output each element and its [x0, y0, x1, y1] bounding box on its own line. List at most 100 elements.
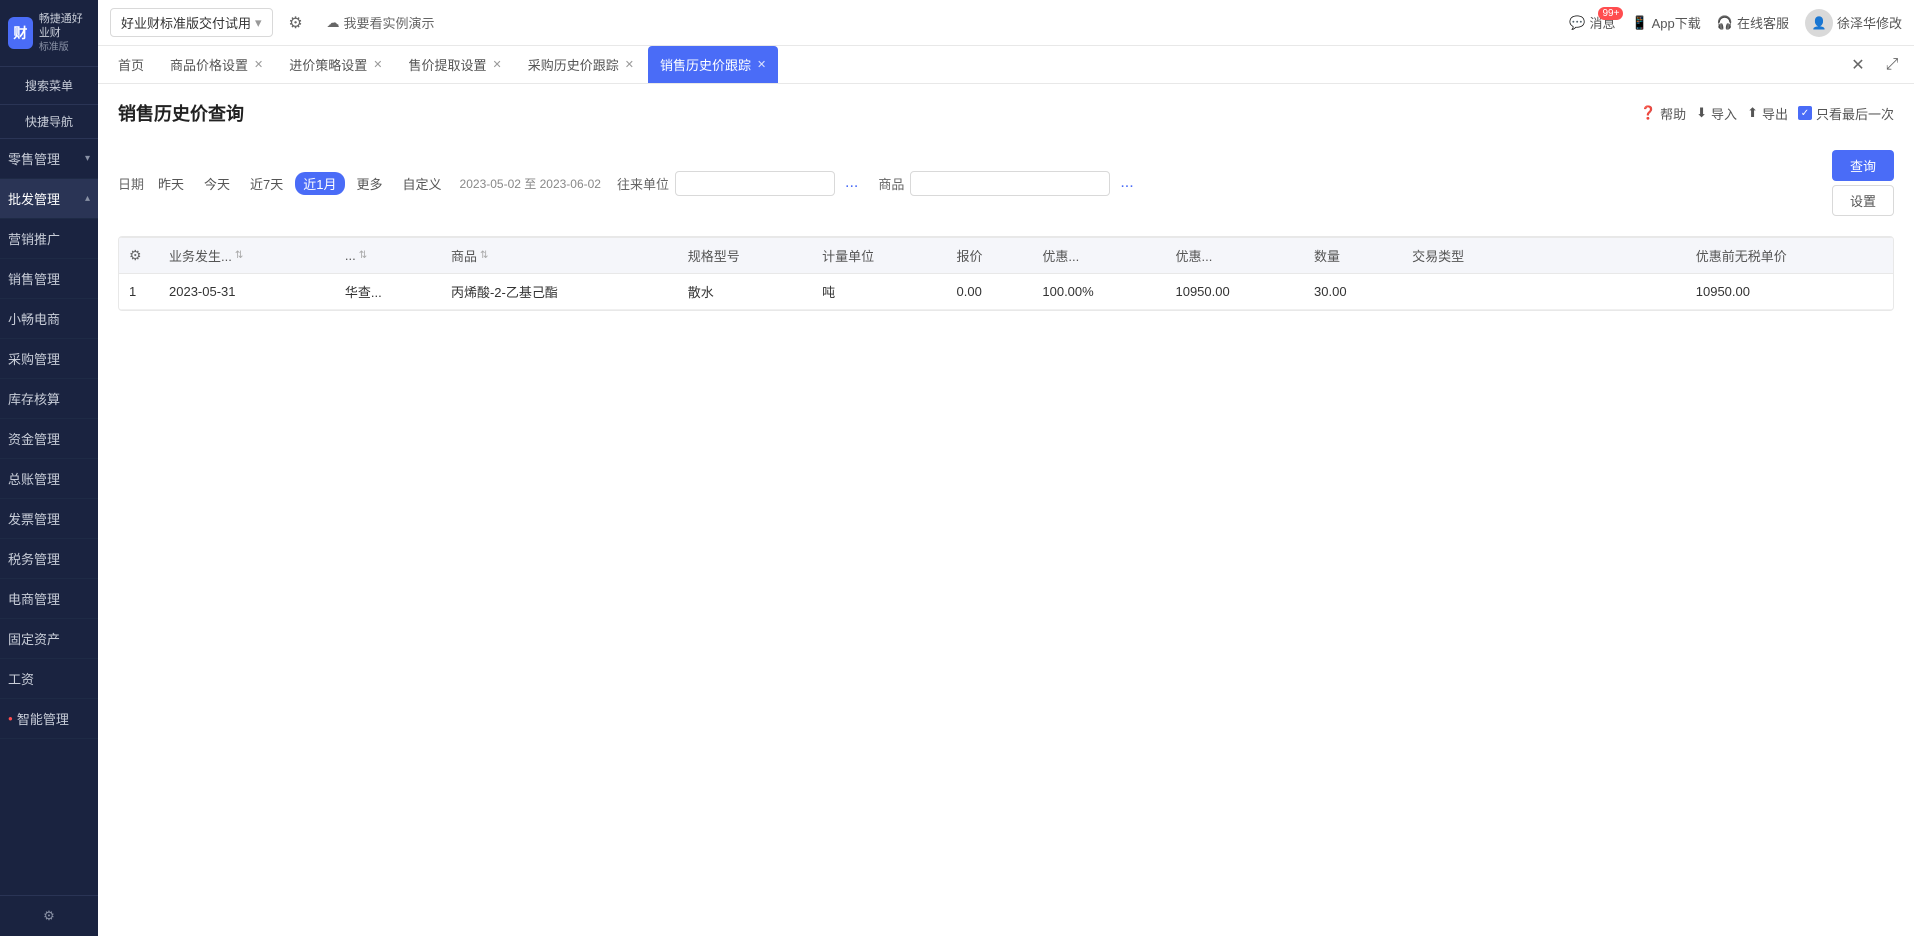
tab-product-price-label: 商品价格设置 [170, 55, 248, 74]
import-button[interactable]: ⬇ 导入 [1696, 104, 1737, 123]
import-icon: ⬇ [1696, 105, 1707, 121]
only-last-checkbox[interactable]: ✓ 只看最后一次 [1798, 104, 1894, 123]
page-title: 销售历史价查询 [118, 100, 244, 126]
gear-icon: ⚙ [43, 908, 55, 923]
date-opt-more[interactable]: 更多 [349, 172, 391, 195]
table-gear-icon[interactable]: ⚙ [129, 247, 142, 263]
cell-spec: 散水 [678, 274, 812, 310]
sidebar-quicknav[interactable]: 快捷导航 [0, 105, 98, 139]
sidebar-item-inventory[interactable]: 库存核算 [0, 379, 98, 419]
product-filter-group: 商品 ... [878, 171, 1137, 196]
date-opt-custom[interactable]: 自定义 [395, 172, 450, 195]
export-button[interactable]: ⬆ 导出 [1747, 104, 1788, 123]
col-quantity-header: 数量 [1304, 238, 1402, 274]
tab-purchase-strategy-close[interactable]: ✕ [373, 58, 382, 71]
message-button[interactable]: 💬 消息 99+ [1569, 13, 1615, 32]
sidebar-item-salary[interactable]: 工资 [0, 659, 98, 699]
date-opt-yesterday[interactable]: 昨天 [150, 172, 192, 195]
col-sort-extra[interactable]: ... [345, 248, 367, 263]
date-opt-last1m[interactable]: 近1月 [295, 172, 344, 195]
partner-search-button[interactable]: ... [841, 172, 862, 194]
date-options: 昨天 今天 近7天 近1月 更多 自定义 [150, 172, 450, 195]
topbar-gear-button[interactable]: ⚙ [281, 8, 311, 38]
cell-unit: 吨 [812, 274, 946, 310]
date-filter-label: 日期 [118, 174, 144, 193]
sidebar-item-ledger[interactable]: 总账管理 [0, 459, 98, 499]
product-search-button[interactable]: ... [1116, 172, 1137, 194]
product-input[interactable] [910, 171, 1110, 196]
date-range-display: 2023-05-02 至 2023-06-02 [460, 175, 601, 192]
col-business-date-header[interactable]: 业务发生... [159, 238, 335, 274]
cell-discount-rate: 100.00% [1032, 274, 1165, 310]
demo-button[interactable]: ☁ 我要看实例演示 [319, 9, 443, 36]
window-close-button[interactable]: ✕ [1844, 51, 1872, 79]
user-menu[interactable]: 👤 徐泽华修改 [1805, 9, 1902, 37]
chevron-right-icon: ▾ [85, 153, 90, 164]
tab-purchase-history[interactable]: 采购历史价跟踪 ✕ [516, 46, 646, 84]
product-filter-label: 商品 [878, 174, 904, 193]
date-opt-today[interactable]: 今天 [196, 172, 238, 195]
table-header: ⚙ 业务发生... ... 商品 规格型号 计量单位 报价 [119, 238, 1893, 274]
sidebar-item-assets[interactable]: 固定资产 [0, 619, 98, 659]
tab-purchase-strategy-label: 进价策略设置 [289, 55, 367, 74]
app-download-button[interactable]: 📱 App下载 [1631, 13, 1700, 32]
sidebar-item-ecommerce[interactable]: 电商管理 [0, 579, 98, 619]
col-sort-business-date[interactable]: 业务发生... [169, 246, 243, 265]
col-gear-header[interactable]: ⚙ [119, 238, 159, 274]
col-discount-rate-header: 优惠... [1032, 238, 1165, 274]
workspace-selector-text: 好业财标准版交付试用 [121, 13, 251, 32]
workspace-selector[interactable]: 好业财标准版交付试用 ▾ [110, 8, 273, 37]
cell-seq: 1 [119, 274, 159, 310]
tab-purchase-history-label: 采购历史价跟踪 [528, 55, 619, 74]
sidebar-item-ecommerce-small[interactable]: 小畅电商 [0, 299, 98, 339]
sidebar-item-tax[interactable]: 税务管理 [0, 539, 98, 579]
cell-business-date: 2023-05-31 [159, 274, 335, 310]
col-extra-header[interactable]: ... [335, 238, 441, 274]
date-filter-group: 日期 昨天 今天 近7天 近1月 更多 自定义 2023-05-02 至 202… [118, 172, 601, 195]
partner-input[interactable] [675, 171, 835, 196]
question-icon: ❓ [1640, 105, 1656, 121]
sidebar-item-marketing[interactable]: 营销推广 [0, 219, 98, 259]
col-sort-product[interactable]: 商品 [451, 246, 488, 265]
sidebar-item-sales[interactable]: 销售管理 [0, 259, 98, 299]
sidebar-item-wholesale[interactable]: 批发管理 ▴ [0, 179, 98, 219]
tab-product-price[interactable]: 商品价格设置 ✕ [158, 46, 275, 84]
cell-quantity: 30.00 [1304, 274, 1402, 310]
partner-filter-label: 往来单位 [617, 174, 669, 193]
tab-purchase-history-close[interactable]: ✕ [625, 58, 634, 71]
sidebar-item-finance[interactable]: 资金管理 [0, 419, 98, 459]
sidebar-search[interactable]: 搜索菜单 [0, 67, 98, 105]
date-opt-last7[interactable]: 近7天 [242, 172, 291, 195]
sidebar: 财 畅捷通好业财 标准版 搜索菜单 快捷导航 零售管理 ▾ 批发管理 ▴ 营销推… [0, 0, 98, 936]
sidebar-settings-button[interactable]: ⚙ [0, 895, 98, 936]
chevron-down-icon: ▾ [255, 15, 262, 31]
tab-home[interactable]: 首页 [106, 46, 156, 84]
help-label: 帮助 [1660, 104, 1686, 123]
tab-bar: 首页 商品价格设置 ✕ 进价策略设置 ✕ 售价提取设置 ✕ 采购历史价跟踪 ✕ … [98, 46, 1914, 84]
tab-purchase-strategy[interactable]: 进价策略设置 ✕ [277, 46, 394, 84]
tab-sale-extract[interactable]: 售价提取设置 ✕ [396, 46, 513, 84]
tab-sale-extract-label: 售价提取设置 [408, 55, 486, 74]
col-product-header[interactable]: 商品 [441, 238, 678, 274]
settings-button[interactable]: 设置 [1832, 185, 1894, 216]
col-pretax-price-header: 优惠前无税单价 [1686, 238, 1893, 274]
main-content: 好业财标准版交付试用 ▾ ⚙ ☁ 我要看实例演示 💬 消息 99+ 📱 App下… [98, 0, 1914, 936]
online-service-button[interactable]: 🎧 在线客服 [1717, 13, 1789, 32]
tab-sales-history-close[interactable]: ✕ [757, 58, 766, 71]
user-icon: 👤 [1812, 16, 1827, 30]
sidebar-item-invoice[interactable]: 发票管理 [0, 499, 98, 539]
col-price-header: 报价 [947, 238, 1033, 274]
query-button[interactable]: 查询 [1832, 150, 1894, 181]
tab-product-price-close[interactable]: ✕ [254, 58, 263, 71]
help-button[interactable]: ❓ 帮助 [1640, 104, 1686, 123]
sidebar-item-smart[interactable]: 智能管理 [0, 699, 98, 739]
sidebar-item-retail[interactable]: 零售管理 ▾ [0, 139, 98, 179]
checkbox-checked-icon: ✓ [1798, 106, 1812, 120]
only-last-label: 只看最后一次 [1816, 104, 1894, 123]
window-maximize-button[interactable]: ⤢ [1878, 51, 1906, 79]
col-spacer-header [1536, 238, 1685, 274]
demo-label: 我要看实例演示 [344, 13, 435, 32]
sidebar-item-purchase[interactable]: 采购管理 [0, 339, 98, 379]
tab-sale-extract-close[interactable]: ✕ [493, 58, 502, 71]
tab-sales-history[interactable]: 销售历史价跟踪 ✕ [648, 46, 778, 84]
